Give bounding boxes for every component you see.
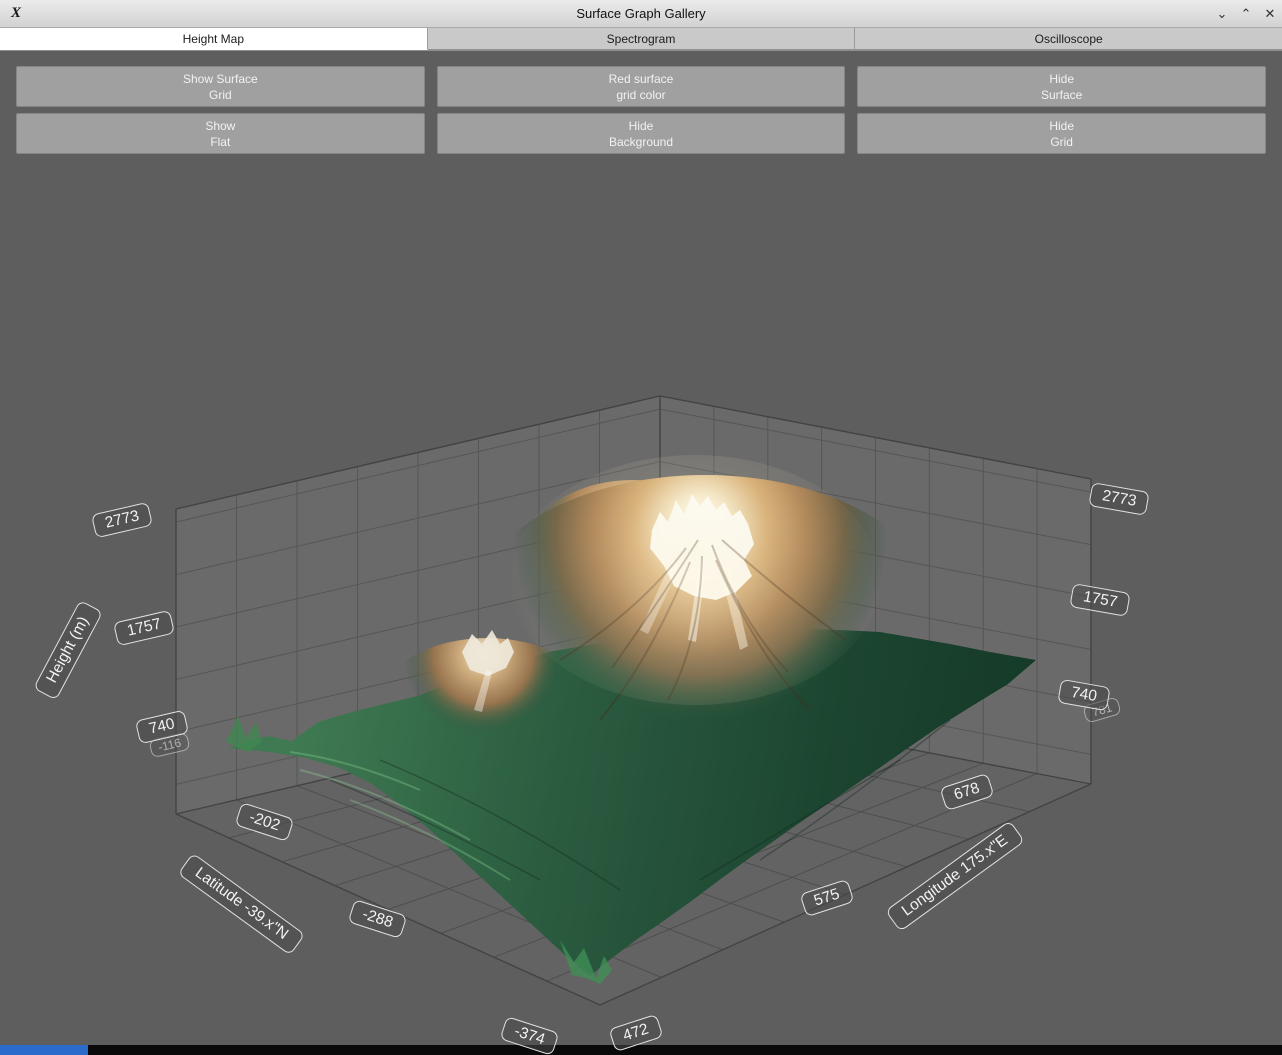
maximize-icon[interactable]: ⌃	[1234, 0, 1258, 27]
screen: X Surface Graph Gallery ⌄ ⌃ ✕ Height Map…	[0, 0, 1282, 1055]
app-window: X Surface Graph Gallery ⌄ ⌃ ✕ Height Map…	[0, 0, 1282, 1045]
window-controls: ⌄ ⌃ ✕	[1210, 0, 1282, 27]
surface-plot[interactable]	[0, 0, 1282, 1045]
taskbar-item[interactable]	[0, 1045, 88, 1055]
surface-plot-canvas	[0, 0, 1282, 1045]
close-icon[interactable]: ✕	[1258, 0, 1282, 27]
desktop-strip	[0, 1045, 1282, 1055]
minimize-icon[interactable]: ⌄	[1210, 0, 1234, 27]
